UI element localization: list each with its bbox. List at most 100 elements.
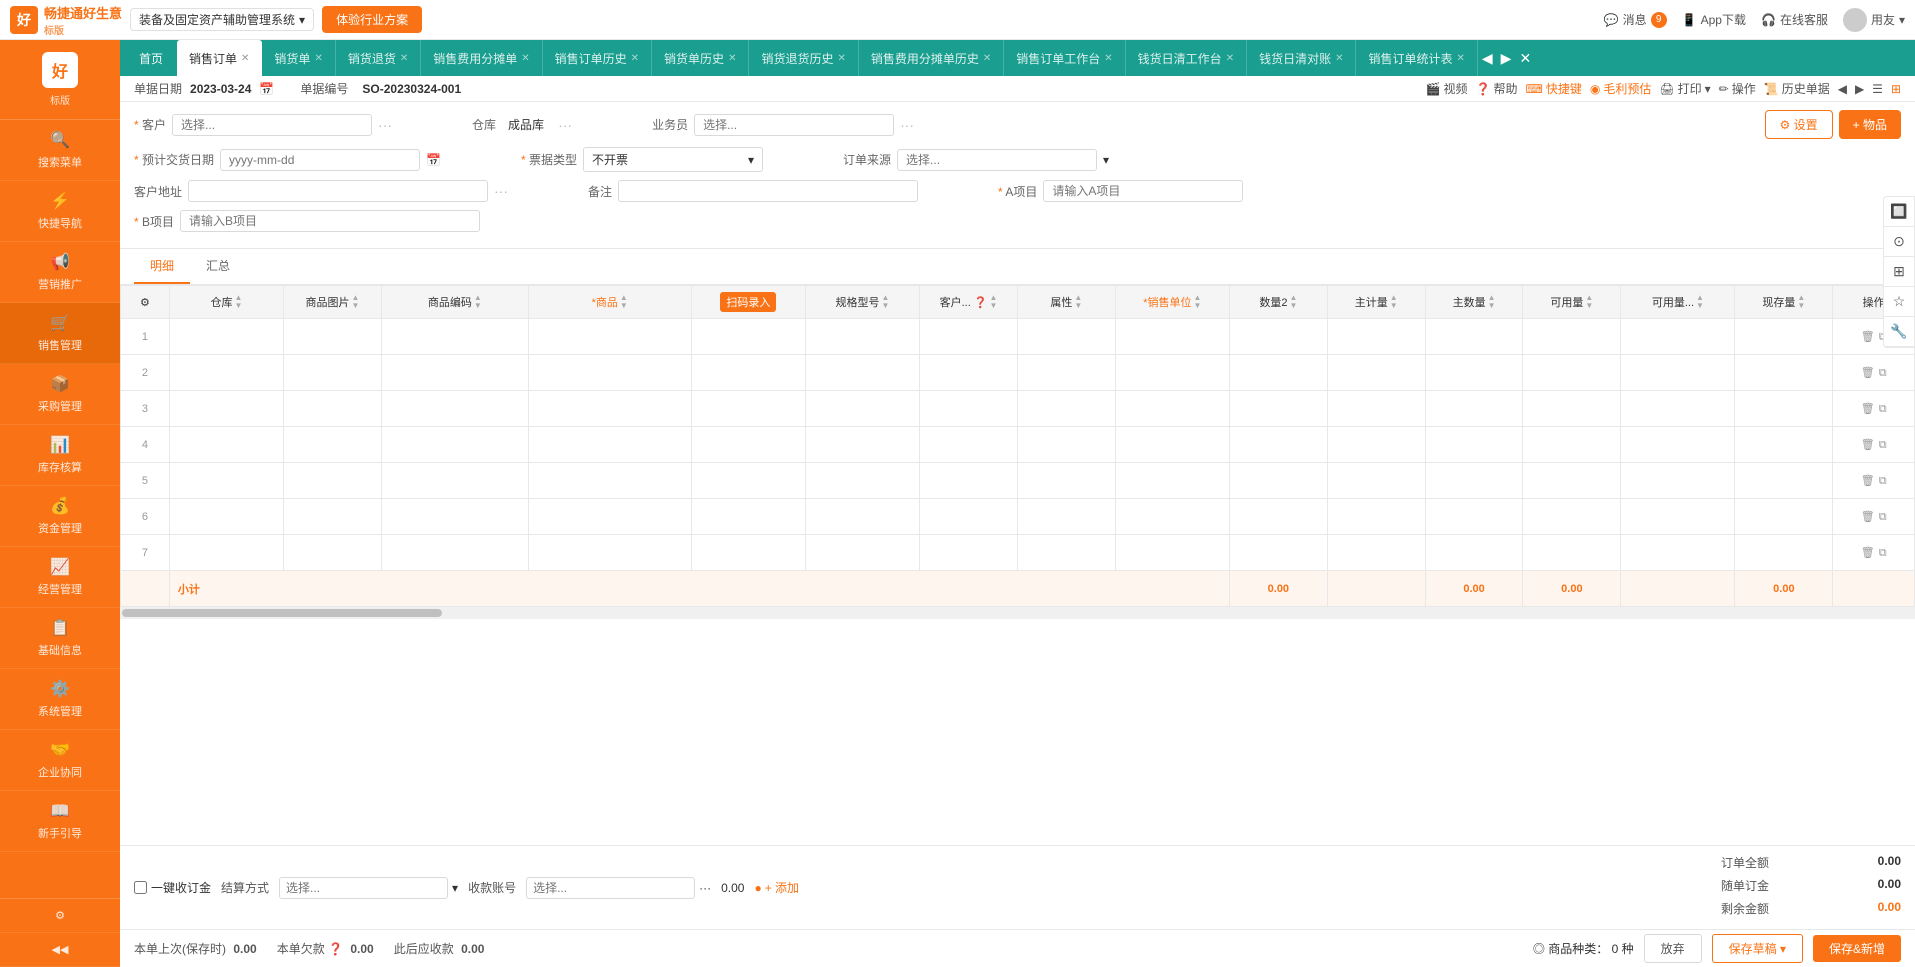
customer-address-input[interactable] xyxy=(188,180,488,202)
remarks-input[interactable] xyxy=(618,180,918,202)
sidebar-item-sales[interactable]: 🛒 销售管理 xyxy=(0,303,120,364)
delete-icon[interactable]: 🗑 xyxy=(1861,475,1875,487)
sidebar-settings-button[interactable]: ⚙ xyxy=(0,899,120,933)
tab-sales-order-history[interactable]: 销售订单历史 ✕ xyxy=(543,40,652,76)
discard-button[interactable]: 放弃 xyxy=(1644,934,1702,963)
one-click-checkbox[interactable] xyxy=(134,881,147,894)
tab-summary[interactable]: 汇总 xyxy=(190,249,246,284)
right-icon-2[interactable]: ⊙ xyxy=(1884,227,1914,257)
user-menu[interactable]: 用友 ▾ xyxy=(1843,8,1905,32)
copy-icon[interactable]: ⧉ xyxy=(1879,403,1887,415)
customer-input[interactable] xyxy=(172,114,372,136)
add-button[interactable]: ● + 添加 xyxy=(754,879,799,896)
tab-order-stats[interactable]: 销售订单统计表 ✕ xyxy=(1356,40,1477,76)
tab-sales-invoice-history[interactable]: 销货单历史 ✕ xyxy=(652,40,749,76)
tab-close-icon[interactable]: ✕ xyxy=(728,53,736,64)
delete-icon[interactable]: 🗑 xyxy=(1861,439,1875,451)
one-click-label[interactable]: 一键收订金 xyxy=(134,879,211,896)
profit-forecast-button[interactable]: ◉ 毛利预估 xyxy=(1590,80,1652,97)
expected-date-input[interactable] xyxy=(220,149,420,171)
tab-expense-history[interactable]: 销售费用分摊单历史 ✕ xyxy=(859,40,1004,76)
system-selector[interactable]: 装备及固定资产辅助管理系统 ▾ xyxy=(130,8,314,31)
sidebar-item-guide[interactable]: 📖 新手引导 xyxy=(0,791,120,852)
industry-plan-button[interactable]: 体验行业方案 xyxy=(322,6,422,33)
tab-daily-reconciliation[interactable]: 钱货日清对账 ✕ xyxy=(1247,40,1356,76)
scan-input-button[interactable]: 扫码录入 xyxy=(720,292,776,312)
tab-close-icon[interactable]: ✕ xyxy=(1335,53,1343,64)
receipt-no-select[interactable] xyxy=(526,877,695,899)
payment-method-select[interactable] xyxy=(279,877,448,899)
sidebar-item-marketing[interactable]: 📢 营销推广 xyxy=(0,242,120,303)
delete-icon[interactable]: 🗑 xyxy=(1861,511,1875,523)
calendar-icon[interactable]: 📅 xyxy=(426,153,441,167)
copy-icon[interactable]: ⧉ xyxy=(1879,547,1887,559)
sidebar-item-search[interactable]: 🔍 搜索菜单 xyxy=(0,120,120,181)
tab-close-icon[interactable]: ✕ xyxy=(1104,53,1112,64)
help-icon[interactable]: ❓ xyxy=(328,942,343,956)
address-more-icon[interactable]: ··· xyxy=(494,183,508,199)
tab-daily-workbench[interactable]: 钱货日清工作台 ✕ xyxy=(1126,40,1247,76)
sidebar-item-system[interactable]: ⚙️ 系统管理 xyxy=(0,669,120,730)
sidebar-item-operations[interactable]: 📈 经营管理 xyxy=(0,547,120,608)
right-icon-5[interactable]: 🔧 xyxy=(1884,317,1914,347)
nav-next-button[interactable]: ▶ xyxy=(1855,82,1864,96)
add-goods-button[interactable]: + 物品 xyxy=(1839,110,1901,139)
scroll-thumb[interactable] xyxy=(122,609,442,617)
right-icon-3[interactable]: ⊞ xyxy=(1884,257,1914,287)
tab-close-icon[interactable]: ✕ xyxy=(631,53,639,64)
right-icon-4[interactable]: ☆ xyxy=(1884,287,1914,317)
delete-icon[interactable]: 🗑 xyxy=(1861,547,1875,559)
tab-close-icon[interactable]: ✕ xyxy=(1457,53,1465,64)
copy-icon[interactable]: ⧉ xyxy=(1879,439,1887,451)
delete-icon[interactable]: 🗑 xyxy=(1861,403,1875,415)
tab-home[interactable]: 首页 xyxy=(125,40,177,76)
tab-next-button[interactable]: ▶ xyxy=(1497,50,1516,67)
delete-icon[interactable]: 🗑 xyxy=(1861,331,1875,343)
warehouse-more-icon[interactable]: ··· xyxy=(558,117,572,133)
sidebar-item-basics[interactable]: 📋 基础信息 xyxy=(0,608,120,669)
invoice-type-select[interactable]: 不开票 ▾ xyxy=(583,147,763,172)
sidebar-collapse-button[interactable]: ◀◀ xyxy=(0,933,120,967)
sidebar-item-finance[interactable]: 💰 资金管理 xyxy=(0,486,120,547)
more-icon[interactable]: ··· xyxy=(699,881,711,895)
delete-icon[interactable]: 🗑 xyxy=(1861,367,1875,379)
tab-close-icon[interactable]: ✕ xyxy=(400,53,408,64)
save-new-button[interactable]: 保存&新增 xyxy=(1813,935,1901,962)
print-button[interactable]: 🖨 打印 ▾ xyxy=(1659,80,1710,97)
sidebar-item-collaboration[interactable]: 🤝 企业协同 xyxy=(0,730,120,791)
salesperson-more-icon[interactable]: ··· xyxy=(900,117,914,133)
save-draft-button[interactable]: 保存草稿 ▾ xyxy=(1712,934,1803,963)
grid-view-button[interactable]: ☰ xyxy=(1872,82,1883,96)
tab-prev-button[interactable]: ◀ xyxy=(1478,50,1497,67)
b-project-input[interactable] xyxy=(180,210,480,232)
online-support-button[interactable]: 🎧 在线客服 xyxy=(1761,11,1828,28)
nav-prev-button[interactable]: ◀ xyxy=(1838,82,1847,96)
horizontal-scrollbar[interactable] xyxy=(120,607,1915,619)
operations-button[interactable]: ✏ 操作 xyxy=(1719,80,1756,97)
copy-icon[interactable]: ⧉ xyxy=(1879,367,1887,379)
settings-button[interactable]: ⚙ 设置 xyxy=(1765,110,1833,139)
calendar-icon[interactable]: 📅 xyxy=(259,82,274,96)
app-download-button[interactable]: 📱 App下载 xyxy=(1682,11,1746,28)
copy-icon[interactable]: ⧉ xyxy=(1879,511,1887,523)
tab-sales-expense[interactable]: 销售费用分摊单 ✕ xyxy=(421,40,542,76)
tab-sales-order[interactable]: 销售订单 ✕ xyxy=(177,40,262,76)
tab-close-icon[interactable]: ✕ xyxy=(241,53,249,64)
tab-menu-button[interactable]: ✕ xyxy=(1515,50,1535,67)
tab-detail[interactable]: 明细 xyxy=(134,249,190,284)
tab-close-icon[interactable]: ✕ xyxy=(837,53,845,64)
view-button[interactable]: 🎬 视频 xyxy=(1426,80,1468,97)
sidebar-item-inventory[interactable]: 📊 库存核算 xyxy=(0,425,120,486)
history-button[interactable]: 📜 历史单据 xyxy=(1764,80,1830,97)
tab-return-history[interactable]: 销货退货历史 ✕ xyxy=(749,40,858,76)
help-icon[interactable]: ◎ xyxy=(1533,942,1545,956)
help-button[interactable]: ❓ 帮助 xyxy=(1476,80,1518,97)
table-view-button[interactable]: ⊞ xyxy=(1891,82,1901,96)
order-source-input[interactable] xyxy=(897,149,1097,171)
a-project-input[interactable] xyxy=(1043,180,1243,202)
tab-order-workbench[interactable]: 销售订单工作台 ✕ xyxy=(1004,40,1125,76)
tab-close-icon[interactable]: ✕ xyxy=(314,53,322,64)
right-icon-1[interactable]: 🔲 xyxy=(1884,197,1914,227)
sidebar-item-quick-nav[interactable]: ⚡ 快捷导航 xyxy=(0,181,120,242)
salesperson-input[interactable] xyxy=(694,114,894,136)
